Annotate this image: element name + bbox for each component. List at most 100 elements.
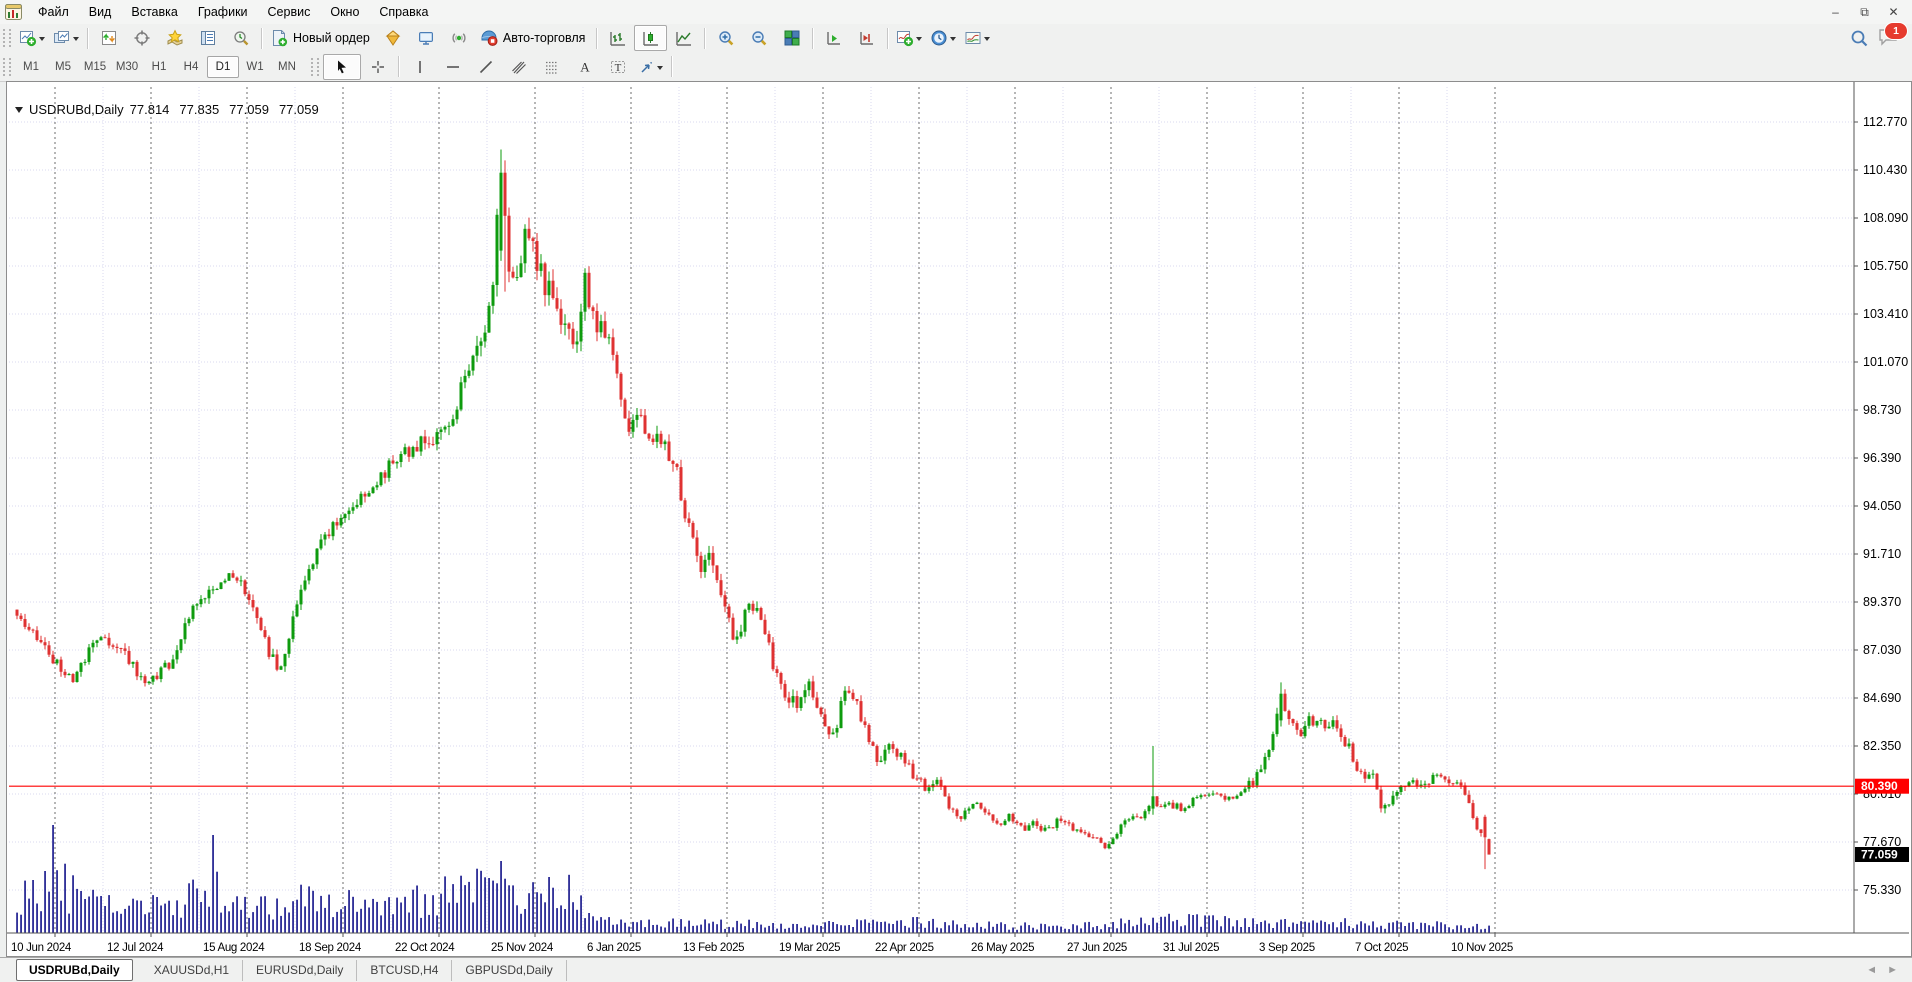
autotrading-button[interactable]: Авто-торговля (476, 25, 593, 51)
search-icon[interactable] (1849, 28, 1870, 49)
timeframe-d1[interactable]: D1 (207, 56, 239, 78)
chart-symbol-period: USDRUBd,Daily (29, 102, 124, 117)
svg-text:101.070: 101.070 (1863, 355, 1908, 369)
market-watch-button[interactable] (92, 25, 125, 51)
menu-item-0[interactable]: Файл (28, 1, 79, 23)
toolbar-separator (596, 28, 597, 49)
svg-text:26 May 2025: 26 May 2025 (971, 942, 1034, 954)
candles-layer (16, 150, 1491, 870)
minimize-button[interactable]: – (1821, 2, 1850, 23)
new-order-button[interactable]: Новый ордер (266, 25, 377, 51)
chart-tab-2[interactable]: EURUSDd,Daily (243, 960, 357, 981)
auto-scroll-button[interactable] (817, 25, 850, 51)
chart-menu-icon[interactable] (15, 107, 23, 117)
chevron-down-icon (950, 37, 956, 44)
vertical-line-icon (412, 59, 428, 75)
bar-chart-type-button[interactable] (601, 25, 634, 51)
toolbar-separator (261, 28, 262, 49)
chart-tab-bar: USDRUBd,Daily XAUUSDd,H1EURUSDd,DailyBTCU… (0, 957, 1912, 982)
timeframe-h4[interactable]: H4 (175, 56, 207, 78)
timeframe-h1[interactable]: H1 (143, 56, 175, 78)
price-chart[interactable]: 112.770110.430108.090105.750103.410101.0… (7, 82, 1909, 954)
svg-text:22 Apr 2025: 22 Apr 2025 (875, 942, 934, 954)
horizontal-line-tool-button[interactable] (436, 54, 469, 80)
text-tool-button[interactable]: A (568, 54, 601, 80)
indicators-icon (896, 29, 914, 47)
equidistant-channel-tool-button[interactable] (502, 54, 535, 80)
svg-text:10 Jun 2024: 10 Jun 2024 (11, 942, 72, 954)
metaquotes-app-button[interactable] (410, 25, 443, 51)
candlestick-chart-type-button[interactable] (634, 25, 667, 51)
new-order-icon (270, 29, 288, 47)
chart-title: USDRUBd,Daily 77.814 77.835 77.059 77.05… (15, 102, 319, 117)
svg-text:82.350: 82.350 (1863, 739, 1901, 753)
text-label-tool-button[interactable]: T (601, 54, 634, 80)
menu-item-2[interactable]: Вставка (121, 1, 187, 23)
timeframe-m30[interactable]: M30 (111, 56, 143, 78)
svg-text:112.770: 112.770 (1863, 115, 1907, 129)
metaeditor-button[interactable] (377, 25, 410, 51)
strategy-tester-button[interactable] (224, 25, 257, 51)
periods-button[interactable] (926, 25, 960, 51)
timeframe-w1[interactable]: W1 (239, 56, 271, 78)
svg-text:31 Jul 2025: 31 Jul 2025 (1163, 942, 1219, 954)
svg-text:94.050: 94.050 (1863, 499, 1901, 513)
navigator-button[interactable] (158, 25, 191, 51)
vertical-line-tool-button[interactable] (403, 54, 436, 80)
svg-text:A: A (580, 59, 590, 74)
arrow-shapes-button[interactable] (634, 54, 667, 80)
crosshair-tool-button[interactable] (361, 54, 394, 80)
chart-tab-0[interactable]: USDRUBd,Daily (16, 959, 133, 981)
svg-text:27 Jun 2025: 27 Jun 2025 (1067, 942, 1127, 954)
fibonacci-tool-button[interactable] (535, 54, 568, 80)
chart-tab-1[interactable]: XAUUSDd,H1 (141, 960, 243, 981)
data-window-button[interactable] (125, 25, 158, 51)
timeframe-m1[interactable]: M1 (15, 56, 47, 78)
menu-item-3[interactable]: Графики (188, 1, 258, 23)
tab-scroll-left-icon[interactable]: ◄ (1866, 964, 1877, 976)
chevron-down-icon (657, 66, 663, 73)
close-button[interactable]: ✕ (1879, 2, 1908, 23)
time-axis[interactable]: 10 Jun 202412 Jul 202415 Aug 202418 Sep … (11, 933, 1513, 954)
news-radar-button[interactable] (443, 25, 476, 51)
templates-button[interactable] (960, 25, 994, 51)
grid-layer (9, 87, 1854, 933)
tab-scroll-right-icon[interactable]: ► (1887, 964, 1898, 976)
zoom-in-button[interactable] (709, 25, 742, 51)
zoom-out-button[interactable] (742, 25, 775, 51)
toolbar-grip[interactable] (311, 58, 319, 76)
menu-item-5[interactable]: Окно (320, 1, 369, 23)
svg-text:12 Jul 2024: 12 Jul 2024 (107, 942, 164, 954)
chart-profiles-button[interactable] (49, 25, 83, 51)
toolbar-main: Новый ордер Авто-торговля (0, 24, 1912, 53)
svg-text:87.030: 87.030 (1863, 643, 1901, 657)
terminal-button[interactable] (191, 25, 224, 51)
timeframe-m15[interactable]: M15 (79, 56, 111, 78)
last-price-badge: 77.059 (1855, 847, 1909, 862)
menu-item-6[interactable]: Справка (369, 1, 438, 23)
toolbar-grip[interactable] (3, 29, 11, 47)
chart-tab-4[interactable]: GBPUSDd,Daily (452, 960, 566, 981)
chart-window[interactable]: 112.770110.430108.090105.750103.410101.0… (6, 81, 1912, 957)
chart-shift-icon (858, 29, 876, 47)
restore-button[interactable]: ⧉ (1850, 2, 1879, 23)
trendline-tool-button[interactable] (469, 54, 502, 80)
chart-tab-3[interactable]: BTCUSD,H4 (357, 960, 452, 981)
menu-item-4[interactable]: Сервис (258, 1, 321, 23)
toolbar-grip[interactable] (3, 58, 11, 76)
new-chart-button[interactable] (15, 25, 49, 51)
notifications-button[interactable]: 1 (1878, 27, 1902, 49)
toolbar-separator (704, 28, 705, 49)
timeframe-m5[interactable]: M5 (47, 56, 79, 78)
indicators-button[interactable] (892, 25, 926, 51)
tile-windows-button[interactable] (775, 25, 808, 51)
autotrading-label: Авто-торговля (500, 31, 589, 45)
timeframe-mn[interactable]: MN (271, 56, 303, 78)
chart-shift-button[interactable] (850, 25, 883, 51)
autotrading-icon (480, 29, 498, 47)
cursor-tool-button[interactable] (323, 54, 361, 80)
toolbar-separator (87, 28, 88, 49)
app-logo-icon (5, 4, 22, 20)
menu-item-1[interactable]: Вид (79, 1, 122, 23)
line-chart-type-button[interactable] (667, 25, 700, 51)
